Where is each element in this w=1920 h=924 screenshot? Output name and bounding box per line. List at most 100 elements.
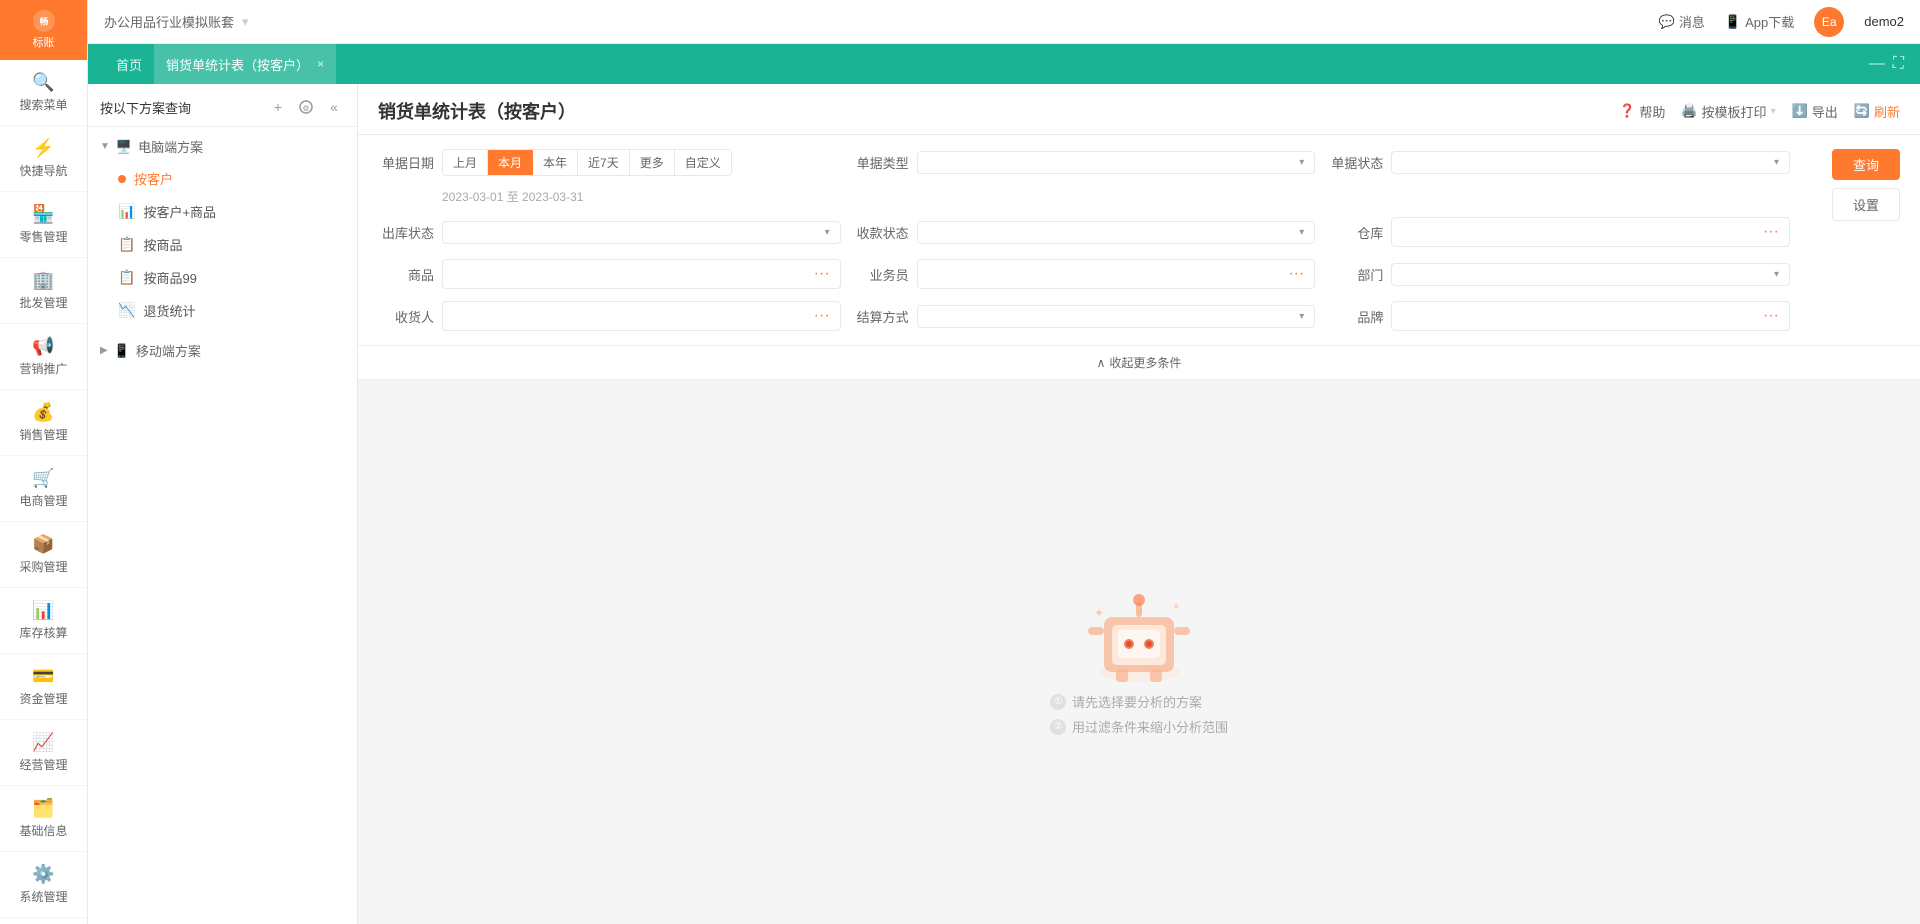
header-right: 💬 消息 📱 App下载 Ea demo2 (1659, 7, 1904, 37)
sidebar-item-retail[interactable]: 🏪 零售管理 (0, 192, 87, 258)
receipt-status-select[interactable]: ▾ (917, 221, 1316, 244)
home-tab[interactable]: 首页 (104, 44, 154, 84)
warehouse-dots[interactable]: ··· (1763, 223, 1779, 241)
sidebar-item-finance[interactable]: 💳 资金管理 (0, 654, 87, 720)
mobile-group-title[interactable]: ▶ 📱 移动端方案 (88, 335, 357, 366)
sidebar-item-operation-label: 经营管理 (19, 756, 67, 773)
help-label: 帮助 (1639, 102, 1665, 121)
scheme-item-by-goods-99[interactable]: 📋 按商品99 (88, 261, 357, 294)
sidebar-item-basic[interactable]: 🗂️ 基础信息 (0, 786, 87, 852)
system-icon: ⚙️ (32, 864, 54, 885)
desktop-scheme-group: ▼ 🖥️ 电脑端方案 按客户 📊 按客户+商品 📋 按商品 📋 (88, 127, 357, 331)
tab-minimize-btn[interactable]: — (1869, 55, 1885, 73)
recipient-input[interactable]: ··· (442, 301, 841, 331)
scheme-item-by-customer-goods[interactable]: 📊 按客户+商品 (88, 195, 357, 228)
tab-bar: 首页 销货单统计表（按客户） × — ⛶ (88, 44, 1920, 84)
date-btn-group: 上月 本月 本年 近7天 更多 自定义 (442, 149, 732, 176)
active-tab-label: 销货单统计表（按客户） (166, 55, 309, 74)
query-button[interactable]: 查询 (1832, 149, 1900, 180)
settings-button[interactable]: 设置 (1832, 188, 1900, 221)
avatar[interactable]: Ea (1814, 7, 1844, 37)
sidebar-item-basic-label: 基础信息 (19, 822, 67, 839)
goods-input[interactable]: ··· (442, 259, 841, 289)
salesperson-dots[interactable]: ··· (1288, 265, 1304, 283)
scheme-edit-btn[interactable]: ⚙ (295, 96, 317, 118)
collapse-bar[interactable]: ∧ 收起更多条件 (358, 346, 1920, 380)
app-download-btn[interactable]: 📱 App下载 (1725, 12, 1794, 31)
recipient-dots[interactable]: ··· (814, 307, 830, 325)
department-label: 部门 (1327, 265, 1383, 284)
download-icon: 📱 (1725, 14, 1741, 30)
group-arrow-icon: ▼ (100, 141, 110, 152)
ship-status-select[interactable]: ▾ (442, 221, 841, 244)
order-type-select[interactable]: ▾ (917, 151, 1316, 174)
sidebar-item-quicknav[interactable]: ⚡ 快捷导航 (0, 126, 87, 192)
tip-text-2: 用过滤条件来缩小分析范围 (1072, 717, 1228, 736)
date-btn-this-month[interactable]: 本月 (488, 150, 533, 175)
goods-dots[interactable]: ··· (814, 265, 830, 283)
svg-text:✦: ✦ (1172, 602, 1180, 613)
order-type-label: 单据类型 (853, 153, 909, 172)
refresh-btn[interactable]: 🔄 刷新 (1854, 102, 1900, 121)
tab-maximize-btn[interactable]: ⛶ (1893, 55, 1904, 73)
warehouse-input[interactable]: ··· (1391, 217, 1790, 247)
export-btn[interactable]: ⬇️ 导出 (1792, 102, 1838, 121)
tip-num-2: ② (1050, 719, 1066, 735)
sidebar-item-purchase[interactable]: 📦 采购管理 (0, 522, 87, 588)
scheme-collapse-btn[interactable]: « (323, 96, 345, 118)
salesperson-input[interactable]: ··· (917, 259, 1316, 289)
sidebar-item-ecommerce[interactable]: 🛒 电商管理 (0, 456, 87, 522)
date-btn-last-7[interactable]: 近7天 (578, 150, 630, 175)
export-label: 导出 (1812, 102, 1838, 121)
tab-expand-actions: — ⛶ (1869, 55, 1904, 73)
date-btn-last-month[interactable]: 上月 (443, 150, 488, 175)
scheme-item-refund-stats[interactable]: 📉 退货统计 (88, 294, 357, 327)
department-select[interactable]: ▾ (1391, 263, 1790, 286)
export-icon: ⬇️ (1792, 103, 1808, 119)
date-btn-this-year[interactable]: 本年 (533, 150, 578, 175)
query-btn-area: 查询 设置 (1832, 149, 1900, 221)
desktop-group-title[interactable]: ▼ 🖥️ 电脑端方案 (88, 131, 357, 162)
print-arrow-icon: ▾ (1771, 106, 1776, 117)
date-btn-custom[interactable]: 自定义 (675, 150, 731, 175)
goods-cell: 商品 ··· (378, 259, 841, 289)
ecommerce-icon: 🛒 (32, 468, 54, 489)
sidebar-item-operation[interactable]: 📈 经营管理 (0, 720, 87, 786)
sidebar-item-wholesale[interactable]: 🏢 批发管理 (0, 258, 87, 324)
basic-icon: 🗂️ (32, 798, 54, 819)
order-status-select[interactable]: ▾ (1391, 151, 1790, 174)
payment-method-select[interactable]: ▾ (917, 305, 1316, 328)
sidebar-item-system[interactable]: ⚙️ 系统管理 (0, 852, 87, 918)
brand-input[interactable]: ··· (1391, 301, 1790, 331)
sidebar-item-inventory[interactable]: 📊 库存核算 (0, 588, 87, 654)
ship-status-arrow-icon: ▾ (825, 227, 830, 238)
print-btn[interactable]: 🖨️ 按模板打印 ▾ (1681, 102, 1775, 121)
department-arrow-icon: ▾ (1774, 269, 1779, 280)
breadcrumb-text: 办公用品行业模拟账套 (104, 12, 234, 31)
sidebar-item-search[interactable]: 🔍 搜索菜单 (0, 60, 87, 126)
order-status-cell: 单据状态 ▾ (1327, 149, 1790, 176)
sidebar-menu: 🔍 搜索菜单 ⚡ 快捷导航 🏪 零售管理 🏢 批发管理 📢 营销推广 💰 销售管… (0, 60, 87, 924)
sidebar-item-inventory-label: 库存核算 (19, 624, 67, 641)
scheme-item-by-customer[interactable]: 按客户 (88, 162, 357, 195)
empty-tips-list: ① 请先选择要分析的方案 ② 用过滤条件来缩小分析范围 (1050, 692, 1228, 742)
order-status-label: 单据状态 (1327, 153, 1383, 172)
active-tab[interactable]: 销货单统计表（按客户） × (154, 44, 336, 84)
payment-method-label: 结算方式 (853, 307, 909, 326)
sidebar-item-enterprise[interactable]: 🤝 企业协同 (0, 918, 87, 924)
sidebar-item-marketing[interactable]: 📢 营销推广 (0, 324, 87, 390)
username-text: demo2 (1864, 14, 1904, 29)
header-left: 办公用品行业模拟账套 ▾ (104, 12, 249, 31)
scheme-item-by-goods[interactable]: 📋 按商品 (88, 228, 357, 261)
messages-btn[interactable]: 💬 消息 (1659, 12, 1705, 31)
message-icon: 💬 (1659, 14, 1675, 30)
inventory-icon: 📊 (32, 600, 54, 621)
goods-label: 商品 (378, 265, 434, 284)
sidebar-item-system-label: 系统管理 (19, 888, 67, 905)
date-btn-more[interactable]: 更多 (630, 150, 675, 175)
tab-close-btn[interactable]: × (317, 57, 324, 71)
sidebar-item-sales[interactable]: 💰 销售管理 (0, 390, 87, 456)
help-btn[interactable]: ❓ 帮助 (1619, 102, 1665, 121)
scheme-add-btn[interactable]: + (267, 96, 289, 118)
brand-dots[interactable]: ··· (1763, 307, 1779, 325)
